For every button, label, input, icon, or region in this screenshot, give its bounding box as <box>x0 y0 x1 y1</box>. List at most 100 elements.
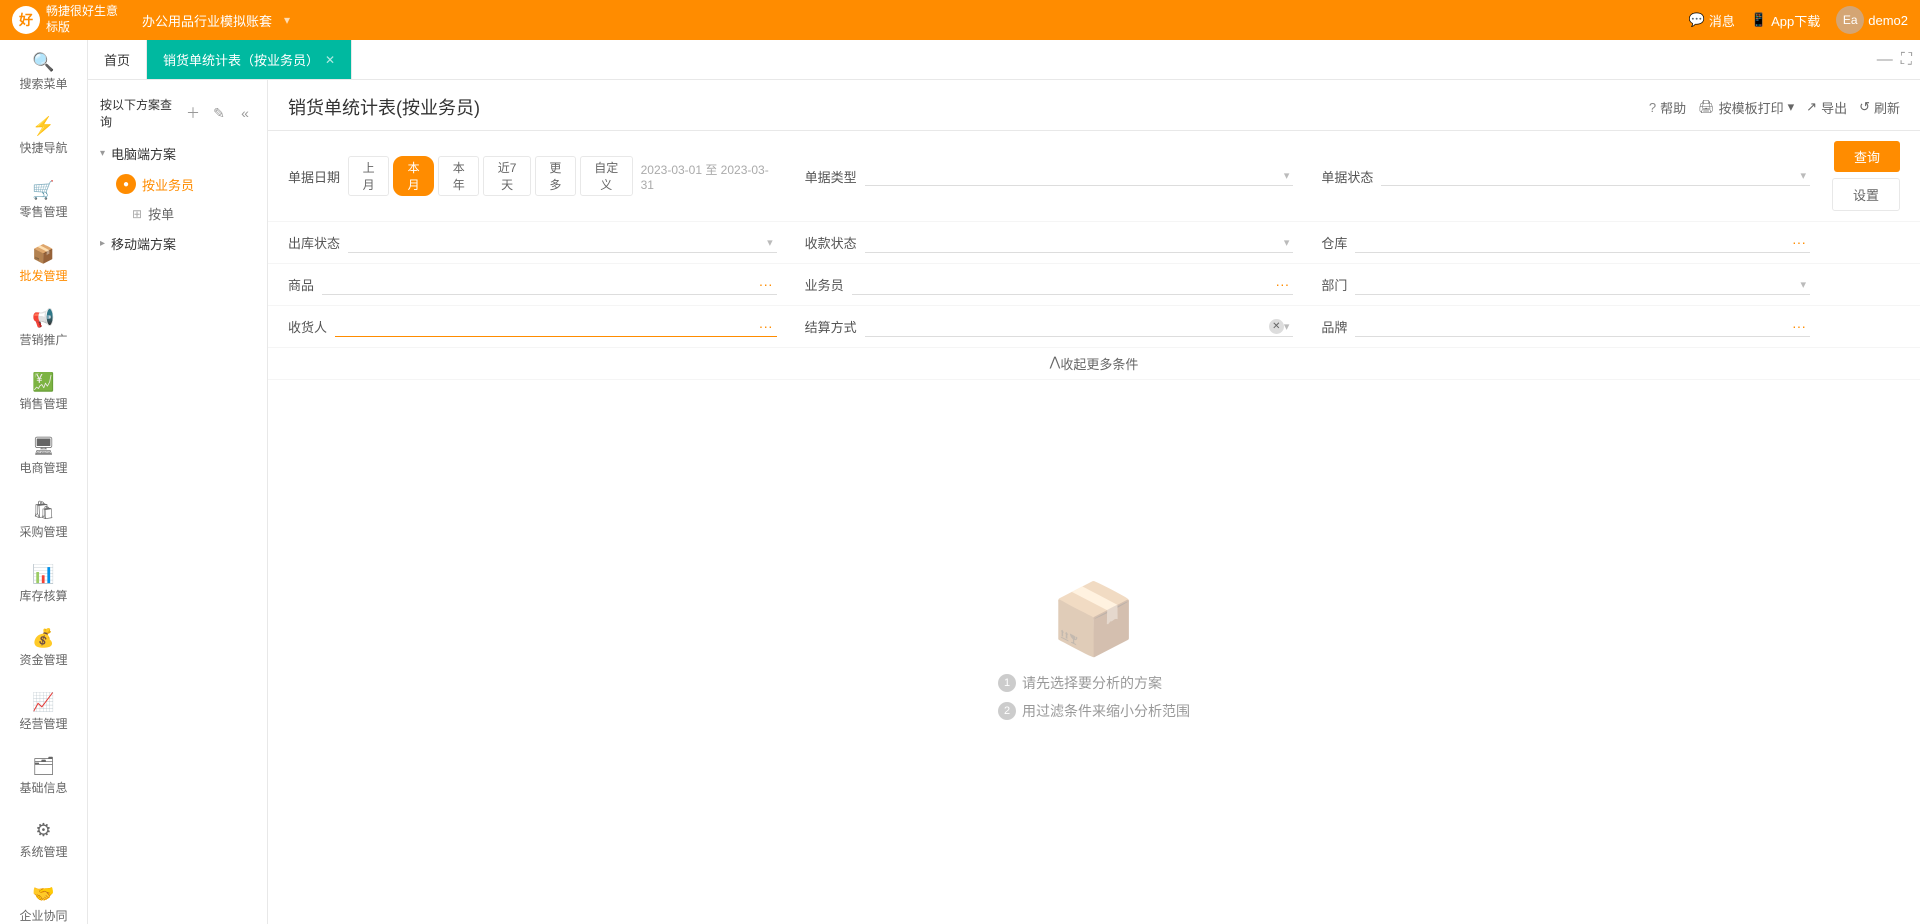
user-avatar-button[interactable]: Ea demo2 <box>1836 6 1908 34</box>
doc-status-input[interactable] <box>1385 168 1800 183</box>
retail-icon: 🛒 <box>4 180 83 201</box>
finance-icon: 💰 <box>4 628 83 649</box>
goods-input[interactable] <box>326 277 759 292</box>
sidebar-item-wholesale[interactable]: 📦 批发管理 <box>0 232 87 296</box>
collapse-panel-button[interactable]: « <box>235 103 255 123</box>
date-btn-more[interactable]: 更多 <box>535 156 576 196</box>
sidebar-item-purchase[interactable]: 🛍 采购管理 <box>0 488 87 552</box>
tab-home[interactable]: 首页 <box>88 40 147 79</box>
operations-icon: 📈 <box>4 692 83 713</box>
brand-input[interactable] <box>1359 319 1792 334</box>
warehouse-field[interactable]: ··· <box>1355 232 1810 253</box>
query-button[interactable]: 查询 <box>1834 141 1900 172</box>
receive-status-arrow-icon: ▾ <box>1284 236 1290 249</box>
brand-filter-item: 品牌 ··· <box>1321 316 1810 337</box>
help-button[interactable]: ? 帮助 <box>1649 98 1686 117</box>
print-icon: 🖨 <box>1698 99 1715 115</box>
salesperson-input[interactable] <box>856 277 1276 292</box>
empty-tips: 1 请先选择要分析的方案 2 用过滤条件来缩小分析范围 <box>998 669 1190 725</box>
tab-maximize-button[interactable]: ⛶ <box>1901 51 1912 69</box>
tree-child-salesperson[interactable]: ● 按业务员 <box>88 169 267 199</box>
tab-bar-right: — ⛶ <box>1869 40 1920 79</box>
sidebar-item-quick[interactable]: ⚡ 快捷导航 <box>0 104 87 168</box>
tree-sub-child-order[interactable]: ⊞ 按单 <box>88 199 267 228</box>
sidebar-item-system[interactable]: ⚙ 系统管理 <box>0 808 87 872</box>
dept-field[interactable]: ▾ <box>1355 275 1810 295</box>
logo-icon: 好 <box>12 6 40 34</box>
tree-parent-mobile[interactable]: ▸ 移动端方案 <box>88 228 267 259</box>
tab-bar: 首页 销货单统计表（按业务员） ✕ — ⛶ <box>88 40 1920 80</box>
date-btn-7days[interactable]: 近7天 <box>483 156 531 196</box>
edit-scheme-button[interactable]: ✎ <box>209 103 229 123</box>
sidebar-item-sales[interactable]: 💹 销售管理 <box>0 360 87 424</box>
wholesale-icon: 📦 <box>4 244 83 265</box>
sidebar-item-marketing[interactable]: 📢 营销推广 <box>0 296 87 360</box>
tab-close-button[interactable]: ✕ <box>325 53 335 67</box>
settlement-field[interactable]: ✕ ▾ <box>865 317 1294 337</box>
export-icon: ↗ <box>1806 99 1817 115</box>
sidebar-item-base[interactable]: 🗂 基础信息 <box>0 744 87 808</box>
receiver-dots-icon[interactable]: ··· <box>759 318 773 334</box>
brand-field[interactable]: ··· <box>1355 316 1810 337</box>
sidebar-item-retail[interactable]: 🛒 零售管理 <box>0 168 87 232</box>
doc-status-arrow-icon: ▾ <box>1800 169 1806 182</box>
settlement-filter-item: 结算方式 ✕ ▾ <box>805 317 1294 337</box>
sidebar-item-finance[interactable]: 💰 资金管理 <box>0 616 87 680</box>
settings-button[interactable]: 设置 <box>1832 178 1900 211</box>
goods-field[interactable]: ··· <box>322 274 777 295</box>
active-dot-icon: ● <box>116 174 136 194</box>
receive-status-field[interactable]: ▾ <box>865 233 1294 253</box>
brand-dots-icon[interactable]: ··· <box>1792 318 1806 334</box>
warehouse-dots-icon[interactable]: ··· <box>1792 234 1806 250</box>
print-dropdown-icon: ▾ <box>1788 99 1795 115</box>
collapse-conditions-button[interactable]: ⋀ 收起更多条件 <box>268 348 1920 380</box>
date-btn-this-month[interactable]: 本月 <box>393 156 434 196</box>
goods-filter-item: 商品 ··· <box>288 274 777 295</box>
tab-sales-stat[interactable]: 销货单统计表（按业务员） ✕ <box>147 40 352 79</box>
message-icon: 💬 <box>1689 12 1705 28</box>
nav-dropdown-icon[interactable]: ▾ <box>284 13 290 27</box>
out-status-input[interactable] <box>352 235 767 250</box>
receiver-field[interactable]: ··· <box>335 316 777 337</box>
out-status-arrow-icon: ▾ <box>767 236 773 249</box>
warehouse-input[interactable] <box>1359 235 1792 250</box>
receive-status-input[interactable] <box>869 235 1284 250</box>
top-bar-right: 💬 消息 📱 App下载 Ea demo2 <box>1689 6 1908 34</box>
goods-dots-icon[interactable]: ··· <box>759 276 773 292</box>
refresh-icon: ↺ <box>1859 99 1870 115</box>
date-btn-this-year[interactable]: 本年 <box>438 156 479 196</box>
out-status-field[interactable]: ▾ <box>348 233 777 253</box>
template-print-button[interactable]: 🖨 按模板打印 ▾ <box>1698 98 1794 117</box>
empty-state: 📦 1 请先选择要分析的方案 2 用过滤条件来缩小分析范围 <box>268 380 1920 924</box>
tree-arrow-icon: ▾ <box>100 148 105 159</box>
salesperson-filter-item: 业务员 ··· <box>805 274 1294 295</box>
app-download-button[interactable]: 📱 App下载 <box>1751 11 1820 30</box>
message-button[interactable]: 💬 消息 <box>1689 11 1735 30</box>
tree-section: ▾ 电脑端方案 ● 按业务员 ⊞ 按单 ▸ 移动 <box>88 138 267 259</box>
sidebar-item-ecommerce[interactable]: 🖥 电商管理 <box>0 424 87 488</box>
sidebar-item-inventory[interactable]: 📊 库存核算 <box>0 552 87 616</box>
dept-filter-item: 部门 ▾ <box>1321 275 1810 295</box>
salesperson-field[interactable]: ··· <box>852 274 1294 295</box>
dept-input[interactable] <box>1359 277 1800 292</box>
doc-type-input[interactable] <box>869 168 1284 183</box>
refresh-button[interactable]: ↺ 刷新 <box>1859 98 1900 117</box>
sidebar-item-search[interactable]: 🔍 搜索菜单 <box>0 40 87 104</box>
sidebar-item-enterprise[interactable]: 🤝 企业协同 <box>0 872 87 924</box>
doc-status-field[interactable]: ▾ <box>1381 166 1810 186</box>
filter-row-3: 商品 ··· 业务员 ··· <box>268 264 1920 306</box>
tree-parent-desktop[interactable]: ▾ 电脑端方案 <box>88 138 267 169</box>
settlement-input[interactable] <box>869 319 1269 334</box>
sidebar-item-operations[interactable]: 📈 经营管理 <box>0 680 87 744</box>
export-button[interactable]: ↗ 导出 <box>1806 98 1847 117</box>
tab-minimize-button[interactable]: — <box>1877 51 1893 69</box>
settlement-clear-icon[interactable]: ✕ <box>1269 319 1284 334</box>
receiver-input[interactable] <box>339 319 759 334</box>
doc-type-field[interactable]: ▾ <box>865 166 1294 186</box>
add-scheme-button[interactable]: ＋ <box>183 103 203 123</box>
empty-illustration: 📦 <box>1050 579 1137 661</box>
salesperson-dots-icon[interactable]: ··· <box>1275 276 1289 292</box>
empty-tip-2: 2 用过滤条件来缩小分析范围 <box>998 697 1190 725</box>
date-btn-last-month[interactable]: 上月 <box>348 156 389 196</box>
date-btn-custom[interactable]: 自定义 <box>580 156 633 196</box>
